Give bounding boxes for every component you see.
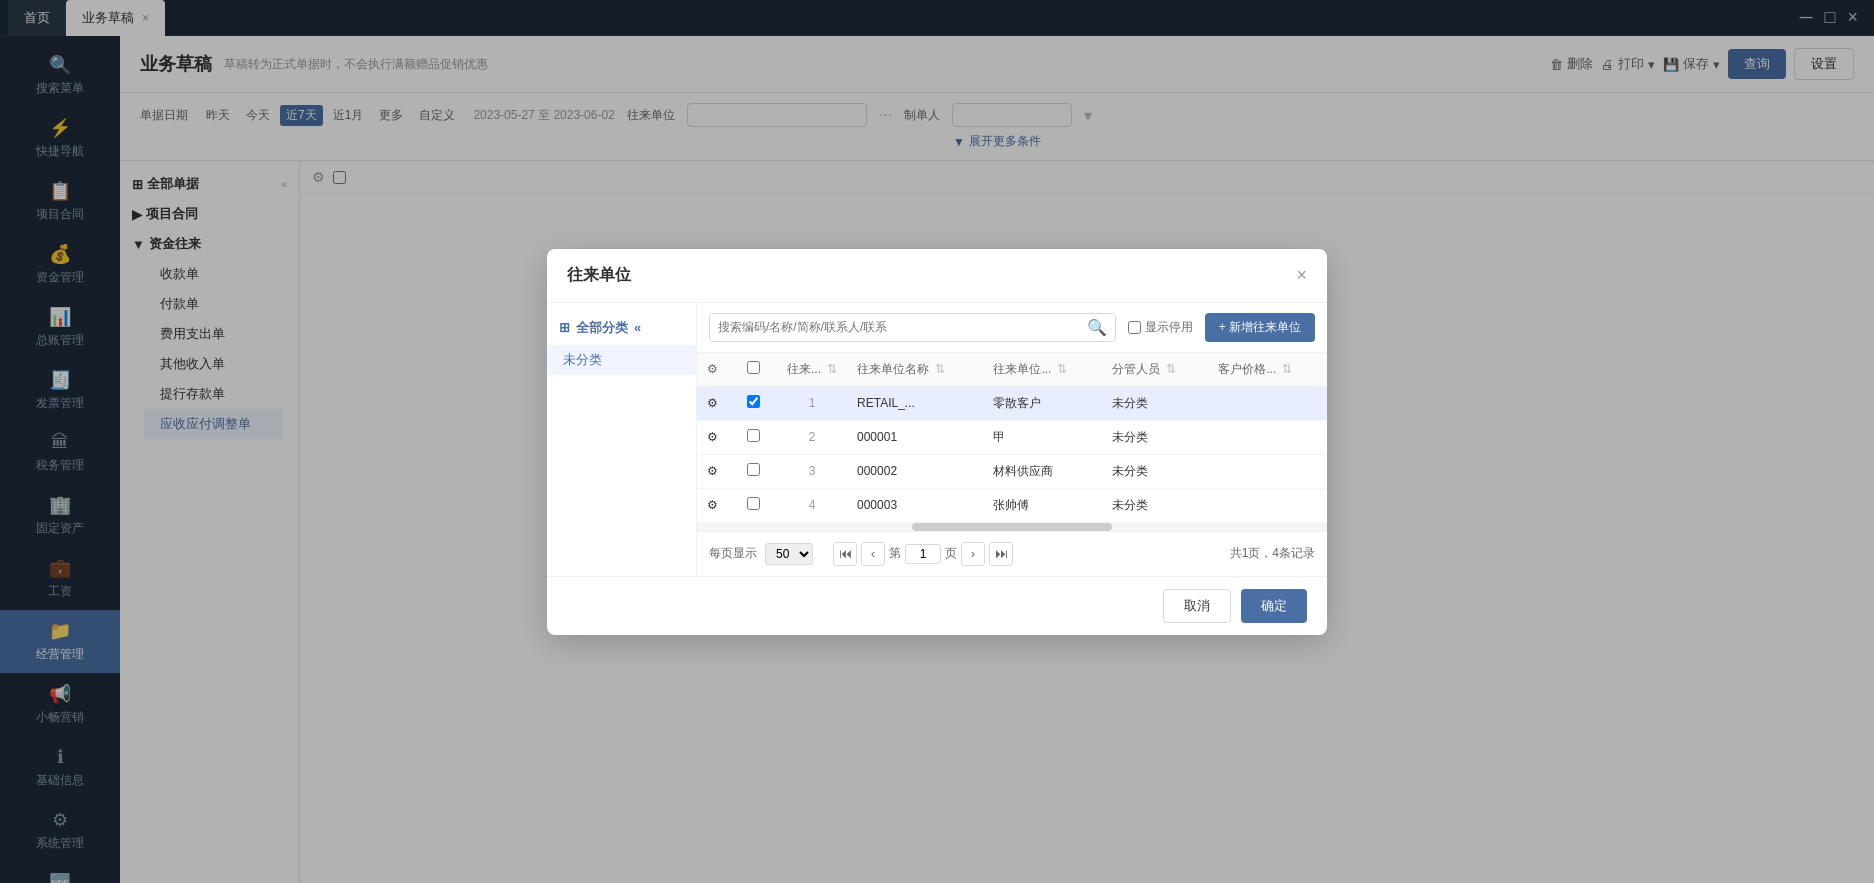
dialog-pagination: 每页显示 50 ⏮ ‹ 第 页 › ⏭ 共1页，4条记录 xyxy=(697,531,1327,576)
row1-select[interactable] xyxy=(747,395,760,408)
col-category-sort-icon[interactable]: ⇅ xyxy=(1057,362,1067,376)
row1-code: RETAIL_... xyxy=(847,386,983,420)
row3-num: 3 xyxy=(777,454,847,488)
unit-dialog: 往来单位 × ⊞ 全部分类 « 未分类 xyxy=(547,249,1327,635)
search-box: 🔍 xyxy=(709,313,1116,342)
scroll-thumb xyxy=(912,523,1112,531)
cancel-button[interactable]: 取消 xyxy=(1163,589,1231,623)
row4-num: 4 xyxy=(777,488,847,522)
category-item-unclassified[interactable]: 未分类 xyxy=(547,345,696,375)
col-manager-sort-icon[interactable]: ⇅ xyxy=(1166,362,1176,376)
search-icon[interactable]: 🔍 xyxy=(1087,318,1107,337)
dialog-overlay: 往来单位 × ⊞ 全部分类 « 未分类 xyxy=(0,0,1874,883)
col-actions-icon: ⚙ xyxy=(707,362,718,376)
show-disabled-label: 显示停用 xyxy=(1145,319,1193,336)
row3-category: 未分类 xyxy=(1102,454,1208,488)
row3-actions: ⚙ xyxy=(697,454,737,488)
row1-category: 未分类 xyxy=(1102,386,1208,420)
col-name-header: 往来单位名称 ⇅ xyxy=(847,353,983,387)
page-nav: ⏮ ‹ 第 页 › ⏭ xyxy=(833,542,1013,566)
row2-num: 2 xyxy=(777,420,847,454)
horizontal-scroll xyxy=(697,523,1327,531)
category-header: ⊞ 全部分类 « xyxy=(547,311,696,345)
row2-name: 甲 xyxy=(983,420,1102,454)
row4-action-icon: ⚙ xyxy=(707,498,718,512)
row3-select[interactable] xyxy=(747,463,760,476)
row4-name: 张帅傅 xyxy=(983,488,1102,522)
table-row[interactable]: ⚙ 1 RETAIL_... 零散客户 未分类 xyxy=(697,386,1327,420)
row2-category: 未分类 xyxy=(1102,420,1208,454)
row2-manager xyxy=(1208,420,1327,454)
row3-name: 材料供应商 xyxy=(983,454,1102,488)
table-row[interactable]: ⚙ 4 000003 张帅傅 未分类 xyxy=(697,488,1327,522)
row1-action-icon: ⚙ xyxy=(707,396,718,410)
row1-num: 1 xyxy=(777,386,847,420)
dialog-header: 往来单位 × xyxy=(547,249,1327,303)
page-label: 页 xyxy=(945,545,957,562)
row4-actions: ⚙ xyxy=(697,488,737,522)
page-total: 共1页，4条记录 xyxy=(1230,545,1315,562)
category-grid-icon: ⊞ xyxy=(559,320,570,335)
next-page-btn[interactable]: › xyxy=(961,542,985,566)
dialog-footer: 取消 确定 xyxy=(547,576,1327,635)
first-page-btn[interactable]: ⏮ xyxy=(833,542,857,566)
row2-code: 000001 xyxy=(847,420,983,454)
row3-checkbox xyxy=(737,454,777,488)
row2-action-icon: ⚙ xyxy=(707,430,718,444)
dialog-toolbar: 🔍 显示停用 + 新增往来单位 xyxy=(697,303,1327,353)
dialog-right-panel: 🔍 显示停用 + 新增往来单位 ⚙ xyxy=(697,303,1327,576)
row1-actions: ⚙ xyxy=(697,386,737,420)
table-row[interactable]: ⚙ 2 000001 甲 未分类 xyxy=(697,420,1327,454)
dialog-body: ⊞ 全部分类 « 未分类 🔍 显示停用 xyxy=(547,303,1327,576)
row4-code: 000003 xyxy=(847,488,983,522)
row1-name: 零散客户 xyxy=(983,386,1102,420)
col-category-header: 往来单位... ⇅ xyxy=(983,353,1102,387)
category-toggle-icon[interactable]: « xyxy=(634,320,641,335)
dialog-title: 往来单位 xyxy=(567,265,631,286)
row1-checkbox xyxy=(737,386,777,420)
show-disabled-checkbox[interactable] xyxy=(1128,321,1141,334)
col-actions-header: ⚙ xyxy=(697,353,737,387)
show-disabled-option: 显示停用 xyxy=(1128,319,1193,336)
col-price-header: 客户价格... ⇅ xyxy=(1208,353,1327,387)
current-page-input[interactable] xyxy=(905,544,941,564)
dialog-table: ⚙ 往来... ⇅ xyxy=(697,353,1327,531)
row4-checkbox xyxy=(737,488,777,522)
page-label-di: 第 xyxy=(889,545,901,562)
row2-checkbox xyxy=(737,420,777,454)
row4-category: 未分类 xyxy=(1102,488,1208,522)
last-page-btn[interactable]: ⏭ xyxy=(989,542,1013,566)
col-checkbox-header xyxy=(737,353,777,387)
page-size-label: 每页显示 xyxy=(709,545,757,562)
units-table: ⚙ 往来... ⇅ xyxy=(697,353,1327,523)
row4-select[interactable] xyxy=(747,497,760,510)
col-name-sort-icon[interactable]: ⇅ xyxy=(935,362,945,376)
row1-manager xyxy=(1208,386,1327,420)
search-input[interactable] xyxy=(718,320,1081,334)
page-size-select[interactable]: 50 xyxy=(765,543,813,565)
dialog-left-panel: ⊞ 全部分类 « 未分类 xyxy=(547,303,697,576)
dialog-close-button[interactable]: × xyxy=(1296,265,1307,286)
col-code-sort-icon[interactable]: ⇅ xyxy=(827,362,837,376)
col-code-header: 往来... ⇅ xyxy=(777,353,847,387)
row4-manager xyxy=(1208,488,1327,522)
table-select-all[interactable] xyxy=(747,361,760,374)
row3-code: 000002 xyxy=(847,454,983,488)
table-row[interactable]: ⚙ 3 000002 材料供应商 未分类 xyxy=(697,454,1327,488)
col-price-sort-icon[interactable]: ⇅ xyxy=(1282,362,1292,376)
row3-action-icon: ⚙ xyxy=(707,464,718,478)
add-unit-button[interactable]: + 新增往来单位 xyxy=(1205,313,1315,342)
confirm-button[interactable]: 确定 xyxy=(1241,589,1307,623)
category-label: 全部分类 xyxy=(576,319,628,337)
row2-actions: ⚙ xyxy=(697,420,737,454)
table-header-row: ⚙ 往来... ⇅ xyxy=(697,353,1327,387)
prev-page-btn[interactable]: ‹ xyxy=(861,542,885,566)
col-manager-header: 分管人员 ⇅ xyxy=(1102,353,1208,387)
row2-select[interactable] xyxy=(747,429,760,442)
row3-manager xyxy=(1208,454,1327,488)
